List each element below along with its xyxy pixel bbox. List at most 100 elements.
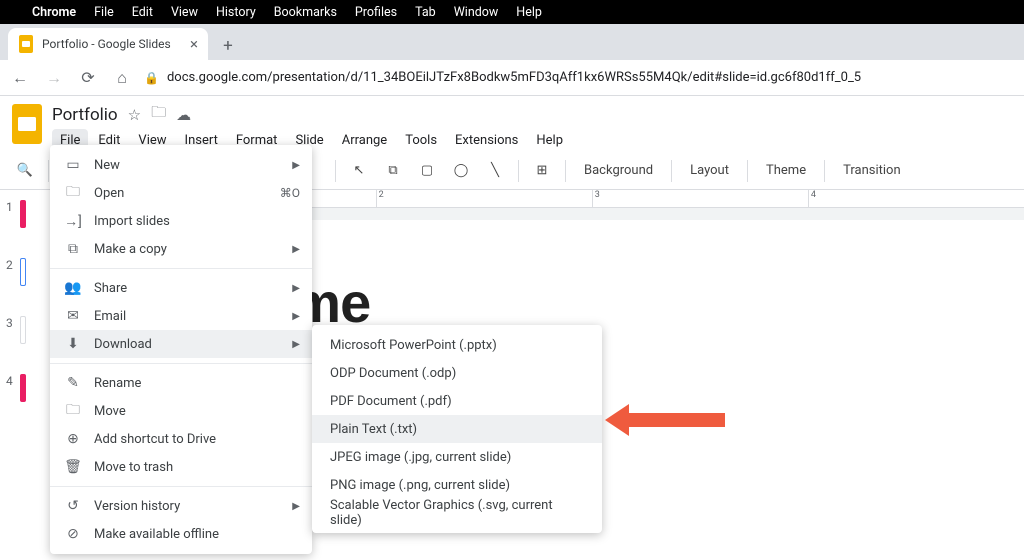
submenu-item-txt[interactable]: Plain Text (.txt)	[312, 415, 602, 443]
menu-item-new[interactable]: ▭New▶	[50, 151, 312, 179]
image-tool-icon[interactable]: ▢	[412, 156, 442, 186]
submenu-arrow-icon: ▶	[292, 339, 300, 350]
slide-thumb[interactable]: 1	[6, 200, 44, 228]
menu-tools[interactable]: Tools	[397, 129, 445, 152]
slide-thumb[interactable]: 3	[6, 316, 44, 344]
reload-icon[interactable]: ⟳	[76, 66, 100, 90]
menu-label: Microsoft PowerPoint (.pptx)	[330, 338, 584, 353]
mac-menu-bookmarks[interactable]: Bookmarks	[274, 5, 337, 20]
theme-button[interactable]: Theme	[756, 159, 816, 182]
tab-close-icon[interactable]: ×	[190, 35, 198, 53]
share-icon: 👥	[64, 280, 82, 296]
menu-item-copy[interactable]: ⧉Make a copy▶	[50, 235, 312, 263]
menu-item-open[interactable]: 🗀Open⌘O	[50, 179, 312, 207]
separator	[824, 160, 825, 182]
submenu-arrow-icon: ▶	[292, 244, 300, 255]
submenu-item-jpg[interactable]: JPEG image (.jpg, current slide)	[312, 443, 602, 471]
offline-icon: ⊘	[64, 526, 82, 542]
menu-separator	[50, 268, 312, 269]
mac-app-name[interactable]: Chrome	[32, 5, 76, 20]
slide-number: 2	[6, 258, 16, 272]
history-icon: ↺	[64, 498, 82, 514]
line-tool-icon[interactable]: ╲	[480, 156, 510, 186]
submenu-item-png[interactable]: PNG image (.png, current slide)	[312, 471, 602, 499]
menu-label: JPEG image (.jpg, current slide)	[330, 450, 584, 465]
menu-arrange[interactable]: Arrange	[334, 129, 395, 152]
submenu-item-pptx[interactable]: Microsoft PowerPoint (.pptx)	[312, 331, 602, 359]
textbox-tool-icon[interactable]: ⧉	[378, 156, 408, 186]
download-submenu: Microsoft PowerPoint (.pptx) ODP Documen…	[312, 325, 602, 533]
move-folder-icon[interactable]: 🗀	[151, 102, 166, 127]
menu-item-share[interactable]: 👥Share▶	[50, 274, 312, 302]
menu-item-offline[interactable]: ⊘Make available offline	[50, 520, 312, 548]
menu-item-version[interactable]: ↺ Version history ▶	[50, 492, 312, 520]
browser-toolbar: ← → ⟳ ⌂ 🔒 docs.google.com/presentation/d…	[0, 60, 1024, 96]
mac-menu-tab[interactable]: Tab	[415, 5, 436, 20]
menu-item-shortcut[interactable]: ⊕Add shortcut to Drive	[50, 425, 312, 453]
separator	[565, 160, 566, 182]
browser-tab-strip: Portfolio - Google Slides × +	[0, 24, 1024, 60]
thumb-preview	[20, 374, 26, 402]
background-button[interactable]: Background	[574, 159, 663, 182]
home-icon[interactable]: ⌂	[110, 66, 134, 90]
forward-icon[interactable]: →	[42, 66, 66, 90]
new-tab-button[interactable]: +	[214, 32, 242, 60]
menu-label: Version history	[94, 499, 280, 514]
mac-menu-window[interactable]: Window	[454, 5, 499, 20]
star-icon[interactable]: ☆	[128, 106, 141, 124]
menu-separator	[50, 486, 312, 487]
thumb-preview	[20, 200, 26, 228]
comment-icon[interactable]: ⊞	[527, 156, 557, 186]
shape-tool-icon[interactable]: ◯	[446, 156, 476, 186]
layout-button[interactable]: Layout	[680, 159, 739, 182]
search-icon[interactable]: 🔍	[10, 156, 40, 186]
url-bar[interactable]: 🔒 docs.google.com/presentation/d/11_34BO…	[144, 70, 1016, 85]
mac-menu-edit[interactable]: Edit	[132, 5, 153, 20]
submenu-item-pdf[interactable]: PDF Document (.pdf)	[312, 387, 602, 415]
separator	[747, 160, 748, 182]
menu-label: New	[94, 158, 280, 173]
menu-label: Scalable Vector Graphics (.svg, current …	[330, 498, 584, 528]
slides-favicon-icon	[18, 36, 34, 52]
browser-tab[interactable]: Portfolio - Google Slides ×	[8, 28, 208, 60]
menu-item-import[interactable]: →]Import slides	[50, 207, 312, 235]
mac-menu-history[interactable]: History	[216, 5, 256, 20]
slide-thumb[interactable]: 2	[6, 258, 44, 286]
slide-number: 3	[6, 316, 16, 330]
cloud-status-icon[interactable]: ☁	[176, 106, 191, 124]
menu-label: Move	[94, 404, 300, 419]
mac-menu-view[interactable]: View	[171, 5, 198, 20]
menu-extensions[interactable]: Extensions	[447, 129, 526, 152]
slide-thumbnails-panel: 1 2 3 4	[0, 190, 50, 550]
mac-menu-help[interactable]: Help	[516, 5, 542, 20]
menu-item-download[interactable]: ⬇Download▶	[50, 330, 312, 358]
slides-logo-icon[interactable]	[12, 104, 42, 144]
menu-item-rename[interactable]: ✎Rename	[50, 369, 312, 397]
separator	[335, 160, 336, 182]
separator	[671, 160, 672, 182]
transition-button[interactable]: Transition	[833, 159, 911, 182]
lock-icon: 🔒	[144, 71, 159, 85]
slide-thumb[interactable]: 4	[6, 374, 44, 402]
mac-menu-file[interactable]: File	[94, 5, 114, 20]
menu-item-move[interactable]: 🗀 Move	[50, 397, 312, 425]
doc-title[interactable]: Portfolio	[52, 105, 118, 125]
submenu-item-svg[interactable]: Scalable Vector Graphics (.svg, current …	[312, 499, 602, 527]
back-icon[interactable]: ←	[8, 66, 32, 90]
submenu-arrow-icon: ▶	[292, 160, 300, 171]
mac-menu-profiles[interactable]: Profiles	[355, 5, 397, 20]
menu-item-email[interactable]: ✉Email▶	[50, 302, 312, 330]
move-icon: 🗀	[64, 399, 82, 423]
submenu-item-odp[interactable]: ODP Document (.odp)	[312, 359, 602, 387]
submenu-arrow-icon: ▶	[292, 501, 300, 512]
folder-icon: 🗀	[64, 181, 82, 205]
menu-label: Move to trash	[94, 460, 300, 475]
menu-label: ODP Document (.odp)	[330, 366, 584, 381]
menu-item-trash[interactable]: 🗑Move to trash	[50, 453, 312, 481]
select-tool-icon[interactable]: ↖	[344, 156, 374, 186]
menu-help[interactable]: Help	[528, 129, 571, 152]
menu-label: Make a copy	[94, 242, 280, 257]
menu-label: Open	[94, 186, 268, 201]
url-text: docs.google.com/presentation/d/11_34BOEi…	[167, 70, 861, 85]
menu-label: PNG image (.png, current slide)	[330, 478, 584, 493]
